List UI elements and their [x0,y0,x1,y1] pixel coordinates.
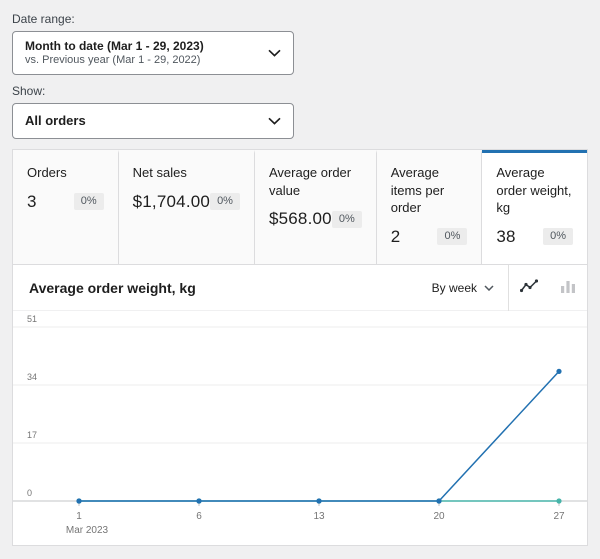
date-range-select[interactable]: Month to date (Mar 1 - 29, 2023) vs. Pre… [12,31,294,75]
line-chart-icon [519,279,539,296]
filters-section: Date range: Month to date (Mar 1 - 29, 2… [12,12,588,139]
chart-area: 51 34 17 0 1 6 13 20 27 Mar 2023 [13,311,587,545]
stat-label: Average items per order [390,165,445,216]
chevron-down-icon [268,49,281,57]
bar-chart-icon [560,279,576,296]
stat-value: 38 [496,226,516,246]
show-select[interactable]: All orders [12,103,294,139]
svg-text:13: 13 [313,511,325,522]
date-range-value: Month to date (Mar 1 - 29, 2023) [25,38,204,53]
svg-text:Mar 2023: Mar 2023 [66,525,109,536]
stat-value: 3 [27,191,37,211]
svg-text:20: 20 [433,511,445,522]
show-label: Show: [12,84,46,98]
chevron-down-icon [268,117,281,125]
stat-delta-badge: 0% [73,193,104,211]
svg-text:17: 17 [27,430,37,440]
svg-text:51: 51 [27,315,37,324]
stat-value: 2 [390,226,401,246]
stat-tab-orders[interactable]: Orders 3 0% [13,150,119,264]
stat-delta-badge: 0% [543,228,573,246]
svg-text:34: 34 [27,372,37,382]
svg-text:1: 1 [76,511,82,522]
stat-tab-average-order-weight[interactable]: Average order weight, kg 38 0% [482,150,587,264]
svg-text:0: 0 [27,488,32,498]
show-value: All orders [25,112,86,128]
stat-delta-badge: 0% [437,228,468,246]
date-range-label: Date range: [12,12,75,26]
summary-stats: Orders 3 0% Net sales $1,704.00 0% Avera… [13,150,587,265]
stat-delta-badge: 0% [331,210,362,228]
stat-label: Average order weight, kg [496,165,572,216]
analytics-card: Orders 3 0% Net sales $1,704.00 0% Avera… [12,149,588,546]
stat-delta-badge: 0% [210,193,240,211]
svg-text:27: 27 [553,511,565,522]
bar-chart-toggle[interactable] [549,265,587,311]
stat-tab-average-items-per-order[interactable]: Average items per order 2 0% [376,150,483,264]
stat-label: Average order value [268,165,352,198]
chart-header: Average order weight, kg By week [13,264,587,311]
date-range-compare-value: vs. Previous year (Mar 1 - 29, 2022) [25,53,201,66]
chart-title: Average order weight, kg [29,279,196,296]
stat-tab-average-order-value[interactable]: Average order value $568.00 0% [254,150,377,264]
chevron-down-icon [484,284,494,291]
stat-tab-net-sales[interactable]: Net sales $1,704.00 0% [118,150,255,264]
svg-text:6: 6 [196,511,202,522]
stat-value: $1,704.00 [132,191,211,211]
stat-value: $568.00 [268,209,332,229]
stat-label: Net sales [132,165,187,180]
stat-label: Orders [27,165,67,180]
line-chart-toggle[interactable] [509,265,549,311]
chart-svg: 51 34 17 0 1 6 13 20 27 Mar 2023 [13,315,587,536]
interval-select[interactable]: By week [418,265,508,311]
interval-value: By week [431,280,477,295]
